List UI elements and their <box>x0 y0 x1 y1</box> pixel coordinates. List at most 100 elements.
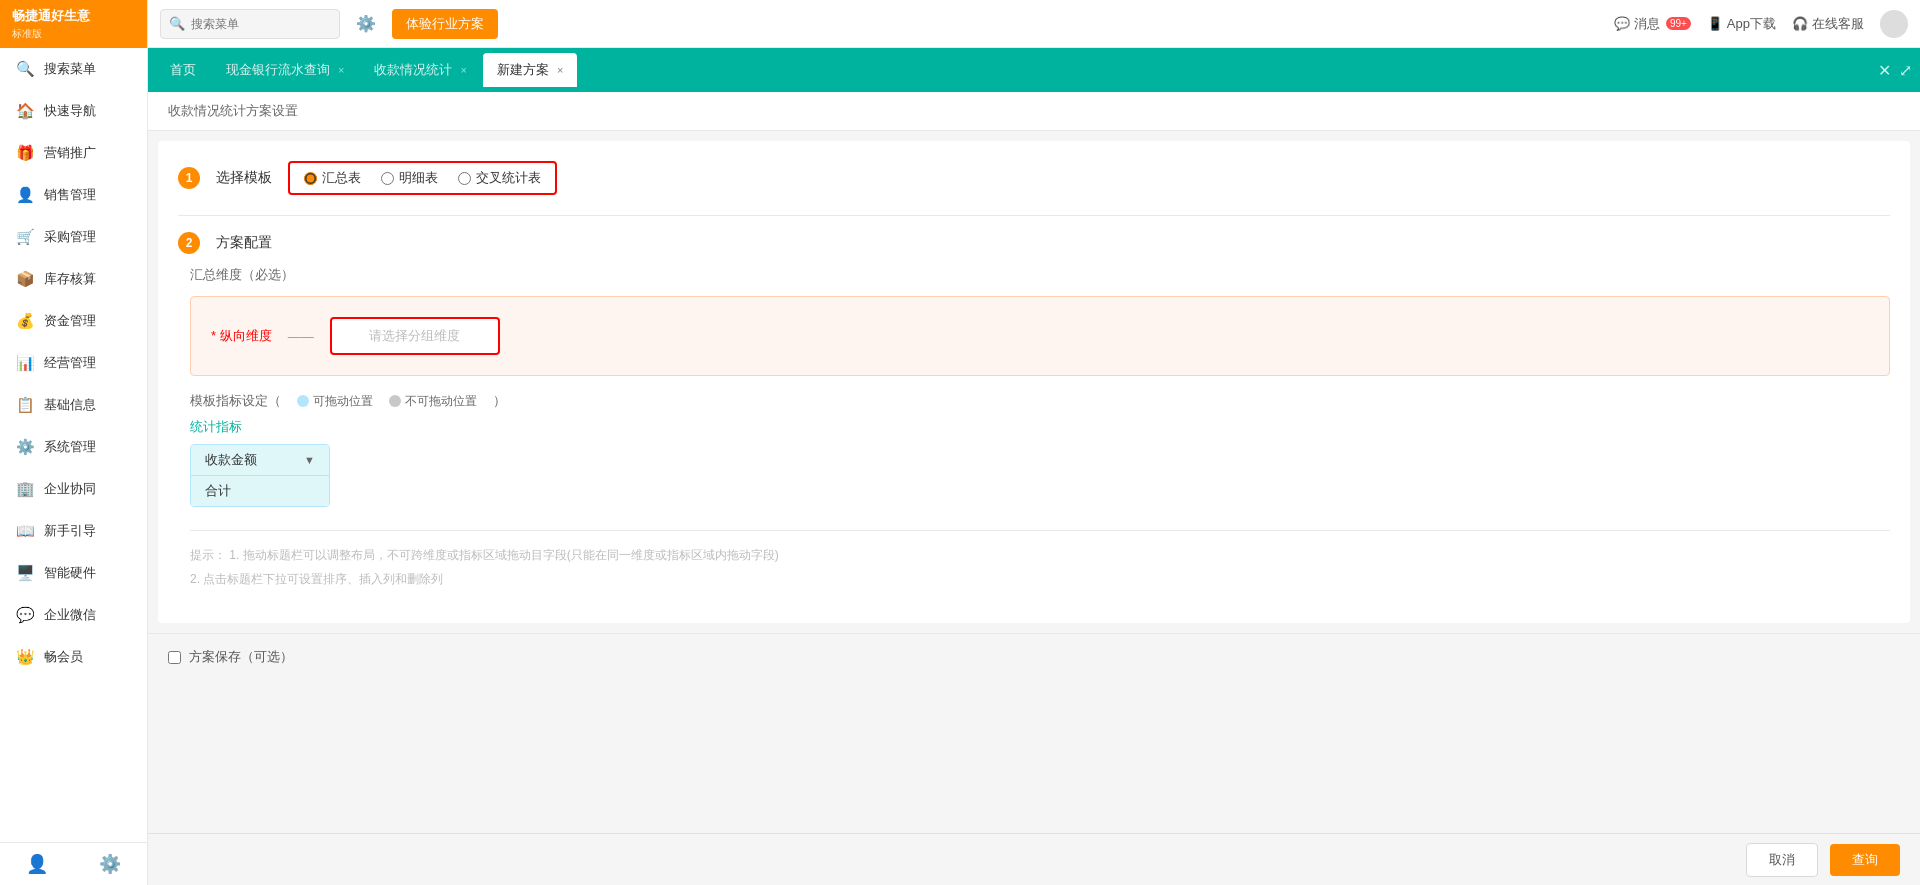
sidebar-item-management[interactable]: 📊 经营管理 <box>0 342 147 384</box>
metrics-section: 模板指标设定（ 可拖动位置 不可拖动位置 ） 统计指标 <box>190 392 1890 510</box>
sidebar-item-cooperation[interactable]: 🏢 企业协同 <box>0 468 147 510</box>
sidebar-item-member[interactable]: 👑 畅会员 <box>0 636 147 678</box>
topbar: 🔍 ⚙️ 体验行业方案 💬 消息 99+ 📱 App下载 🎧 在线客服 <box>148 0 1920 48</box>
radio-detail-input[interactable] <box>381 172 394 185</box>
gear-icon: ⚙️ <box>16 438 34 456</box>
tips-area: 提示： 1. 拖动标题栏可以调整布局，不可跨维度或指标区域拖动目字段(只能在同一… <box>190 530 1890 603</box>
sidebar-item-label: 企业微信 <box>44 606 96 624</box>
sidebar-bottom-settings[interactable]: ⚙️ <box>99 853 121 875</box>
tab-receipt-stats-label: 收款情况统计 <box>374 61 452 79</box>
dimension-label: 汇总维度（必选） <box>190 266 1890 284</box>
tab-cash-bank-close[interactable]: × <box>338 64 344 76</box>
chart-icon: 📊 <box>16 354 34 372</box>
sidebar-item-label: 新手引导 <box>44 522 96 540</box>
save-label[interactable]: 方案保存（可选） <box>189 648 293 666</box>
sidebar: 畅捷通好生意 标准版 🔍 搜索菜单 🏠 快速导航 🎁 营销推广 👤 销售管理 🛒… <box>0 0 148 885</box>
dimension-row: * 纵向维度 —— 请选择分组维度 <box>211 317 1869 355</box>
radio-cross-input[interactable] <box>458 172 471 185</box>
tab-new-plan-close[interactable]: × <box>557 64 563 76</box>
template-radio-group: 汇总表 明细表 交叉统计表 <box>288 161 557 195</box>
download-item[interactable]: 📱 App下载 <box>1707 15 1776 33</box>
sidebar-item-finance[interactable]: 💰 资金管理 <box>0 300 147 342</box>
sidebar-item-label: 畅会员 <box>44 648 83 666</box>
sidebar-item-search[interactable]: 🔍 搜索菜单 <box>0 48 147 90</box>
monitor-icon: 🖥️ <box>16 564 34 582</box>
chat-icon: 💬 <box>16 606 34 624</box>
metrics-header: 模板指标设定（ 可拖动位置 不可拖动位置 ） <box>190 392 1890 410</box>
draggable-hint: 可拖动位置 <box>297 393 373 410</box>
footer-bar: 取消 查询 <box>148 833 1920 885</box>
chevron-down-icon[interactable]: ▼ <box>304 454 315 466</box>
tabbar-controls: ✕ ⤢ <box>1878 61 1912 80</box>
dimension-area: * 纵向维度 —— 请选择分组维度 <box>190 296 1890 376</box>
sidebar-item-purchase[interactable]: 🛒 采购管理 <box>0 216 147 258</box>
tab-new-plan[interactable]: 新建方案 × <box>483 53 577 87</box>
logo-text: 畅捷通好生意 <box>12 7 90 25</box>
sidebar-nav: 🔍 搜索菜单 🏠 快速导航 🎁 营销推广 👤 销售管理 🛒 采购管理 📦 库存核… <box>0 48 147 842</box>
topbar-right: 💬 消息 99+ 📱 App下载 🎧 在线客服 <box>1614 10 1908 38</box>
page-header: 收款情况统计方案设置 <box>148 92 1920 131</box>
metrics-title: 统计指标 <box>190 418 1890 436</box>
dimension-select[interactable]: 请选择分组维度 <box>330 317 500 355</box>
tip-2: 2. 点击标题栏下拉可设置排序、插入列和删除列 <box>190 567 1890 591</box>
tab-cash-bank[interactable]: 现金银行流水查询 × <box>212 53 358 87</box>
tab-expand-icon[interactable]: ⤢ <box>1899 61 1912 80</box>
radio-summary[interactable]: 汇总表 <box>304 169 361 187</box>
draggable-label: 可拖动位置 <box>313 393 373 410</box>
sidebar-item-label: 智能硬件 <box>44 564 96 582</box>
sidebar-item-label: 采购管理 <box>44 228 96 246</box>
topbar-search-box[interactable]: 🔍 <box>160 9 340 39</box>
book-icon: 📖 <box>16 522 34 540</box>
metrics-table: 收款金额 ▼ 合计 <box>190 444 330 507</box>
radio-cross-label: 交叉统计表 <box>476 169 541 187</box>
sidebar-item-label: 库存核算 <box>44 270 96 288</box>
sidebar-item-sales[interactable]: 👤 销售管理 <box>0 174 147 216</box>
sidebar-item-hardware[interactable]: 🖥️ 智能硬件 <box>0 552 147 594</box>
vertical-dimension-label: * 纵向维度 <box>211 327 272 345</box>
tab-close-all-icon[interactable]: ✕ <box>1878 61 1891 80</box>
save-row: 方案保存（可选） <box>148 633 1920 680</box>
radio-cross[interactable]: 交叉统计表 <box>458 169 541 187</box>
tab-home[interactable]: 首页 <box>156 53 210 87</box>
radio-detail-label: 明细表 <box>399 169 438 187</box>
dimension-arrow: —— <box>288 329 314 344</box>
service-item[interactable]: 🎧 在线客服 <box>1792 15 1864 33</box>
service-label: 在线客服 <box>1812 15 1864 33</box>
sidebar-item-label: 系统管理 <box>44 438 96 456</box>
user-icon: 👤 <box>16 186 34 204</box>
tab-receipt-stats[interactable]: 收款情况统计 × <box>360 53 480 87</box>
draggable-dot <box>297 395 309 407</box>
search-icon: 🔍 <box>16 60 34 78</box>
sidebar-item-guide[interactable]: 📖 新手引导 <box>0 510 147 552</box>
save-checkbox[interactable] <box>168 651 181 664</box>
section-1-number: 1 <box>178 167 200 189</box>
sidebar-item-inventory[interactable]: 📦 库存核算 <box>0 258 147 300</box>
non-draggable-label: 不可拖动位置 <box>405 393 477 410</box>
download-icon: 📱 <box>1707 16 1723 31</box>
sidebar-item-system[interactable]: ⚙️ 系统管理 <box>0 426 147 468</box>
tip-1: 提示： 1. 拖动标题栏可以调整布局，不可跨维度或指标区域拖动目字段(只能在同一… <box>190 543 1890 567</box>
industry-btn[interactable]: 体验行业方案 <box>392 9 498 39</box>
sidebar-item-label: 资金管理 <box>44 312 96 330</box>
sidebar-item-marketing[interactable]: 🎁 营销推广 <box>0 132 147 174</box>
message-item[interactable]: 💬 消息 99+ <box>1614 15 1691 33</box>
config-area: 2 方案配置 汇总维度（必选） * 纵向维度 —— 请选择分组维度 <box>178 215 1890 603</box>
user-avatar[interactable] <box>1880 10 1908 38</box>
service-icon: 🎧 <box>1792 16 1808 31</box>
radio-summary-input[interactable] <box>304 172 317 185</box>
tab-receipt-stats-close[interactable]: × <box>460 64 466 76</box>
sidebar-item-basic-info[interactable]: 📋 基础信息 <box>0 384 147 426</box>
metrics-column-header[interactable]: 收款金额 ▼ <box>191 445 329 475</box>
sidebar-item-label: 销售管理 <box>44 186 96 204</box>
settings-icon[interactable]: ⚙️ <box>356 14 376 33</box>
cancel-button[interactable]: 取消 <box>1746 843 1818 877</box>
sidebar-item-wechat[interactable]: 💬 企业微信 <box>0 594 147 636</box>
query-button[interactable]: 查询 <box>1830 844 1900 876</box>
sidebar-bottom-user[interactable]: 👤 <box>26 853 48 875</box>
sidebar-logo: 畅捷通好生意 标准版 <box>0 0 147 48</box>
sidebar-item-quick-nav[interactable]: 🏠 快速导航 <box>0 90 147 132</box>
search-input[interactable] <box>191 17 331 31</box>
radio-detail[interactable]: 明细表 <box>381 169 438 187</box>
metrics-total-row: 合计 <box>191 475 329 506</box>
message-icon: 💬 <box>1614 16 1630 31</box>
